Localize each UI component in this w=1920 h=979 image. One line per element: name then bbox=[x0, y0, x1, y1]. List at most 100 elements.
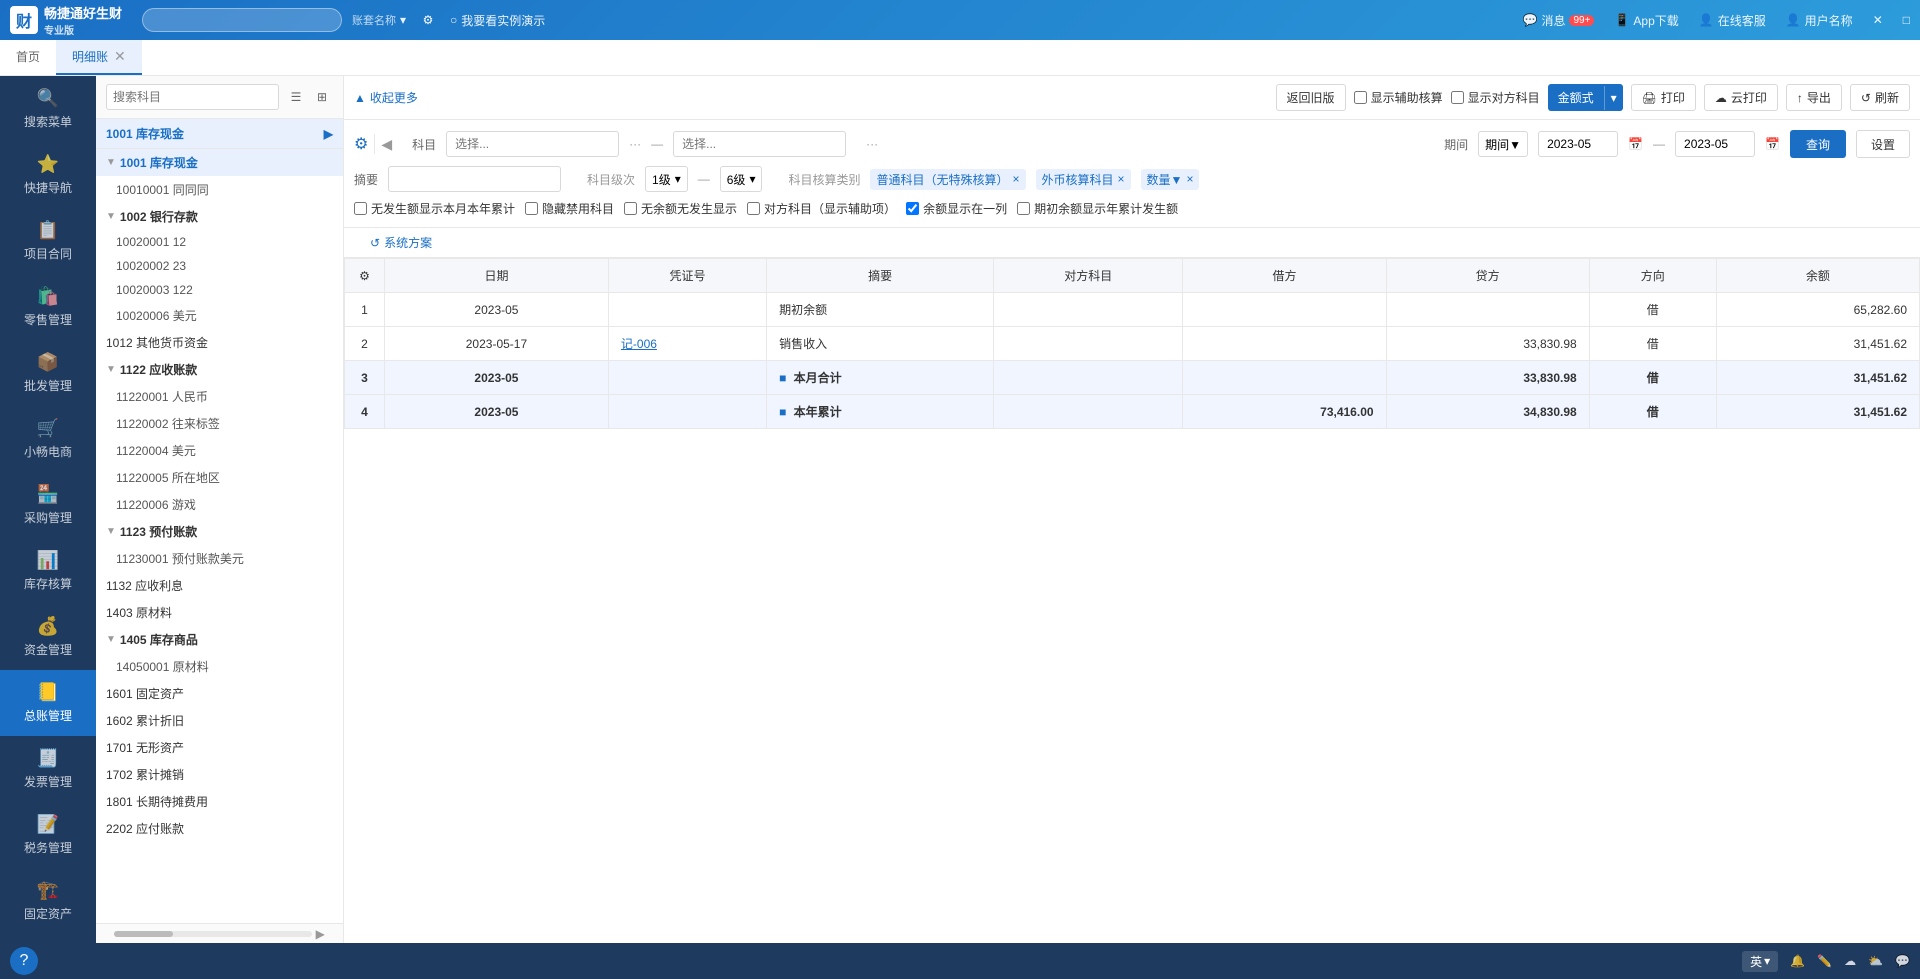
system-schema-button[interactable]: ↺ 系统方案 bbox=[370, 234, 432, 251]
cb-no-activity[interactable]: 无发生额显示本月本年累计 bbox=[354, 200, 515, 217]
account-search-input[interactable] bbox=[106, 84, 279, 110]
print-button[interactable]: 🖨 打印 bbox=[1631, 84, 1696, 111]
show-assist-input[interactable] bbox=[1354, 91, 1367, 104]
summary-input[interactable] bbox=[388, 166, 561, 192]
tree-item-1122[interactable]: ▼ 1122 应收账款 bbox=[96, 356, 343, 383]
notification-icon[interactable]: 🔔 bbox=[1790, 954, 1805, 968]
period-end-input[interactable] bbox=[1675, 131, 1755, 157]
list-view-icon[interactable]: ☰ bbox=[285, 86, 307, 108]
help-button[interactable]: ? bbox=[10, 947, 38, 975]
tree-item-1602[interactable]: 1602 累计折旧 bbox=[96, 707, 343, 734]
edit-icon[interactable]: ✏️ bbox=[1817, 954, 1832, 968]
period-calendar-start[interactable]: 📅 bbox=[1628, 137, 1643, 151]
cb-no-balance[interactable]: 无余额无发生显示 bbox=[624, 200, 737, 217]
th-settings[interactable]: ⚙ bbox=[345, 259, 385, 293]
th-summary[interactable]: 摘要 bbox=[767, 259, 994, 293]
tag-foreign-close[interactable]: × bbox=[1118, 172, 1125, 186]
tag-quantity-close[interactable]: × bbox=[1186, 172, 1193, 186]
query-button[interactable]: 查询 bbox=[1790, 130, 1846, 158]
language-selector[interactable]: 英 ▾ bbox=[1742, 951, 1778, 972]
service-button[interactable]: 👤 在线客服 bbox=[1699, 12, 1766, 29]
export-button[interactable]: ↑ 导出 bbox=[1786, 84, 1842, 111]
query-schema-icon[interactable]: ⚙ bbox=[354, 134, 368, 154]
sidebar-item-assets[interactable]: 🏗️ 固定资产 bbox=[0, 868, 96, 934]
tab-detail-close[interactable]: ✕ bbox=[114, 48, 126, 65]
tree-item-1132[interactable]: 1132 应收利息 bbox=[96, 572, 343, 599]
tree-item-1405[interactable]: ▼ 1405 库存商品 bbox=[96, 626, 343, 653]
th-date[interactable]: 日期 bbox=[385, 259, 609, 293]
format-dropdown-arrow-icon[interactable]: ▾ bbox=[1604, 86, 1623, 110]
show-opposite-checkbox[interactable]: 显示对方科目 bbox=[1451, 89, 1540, 106]
cb-hide-disabled-input[interactable] bbox=[525, 202, 538, 215]
tab-detail[interactable]: 明细账 ✕ bbox=[56, 40, 142, 75]
user-area[interactable]: 👤 用户名称 bbox=[1786, 12, 1853, 29]
tree-item-10020006[interactable]: 10020006 美元 bbox=[96, 302, 343, 329]
message-button[interactable]: 💬 消息 99+ bbox=[1523, 12, 1595, 29]
cb-show-opposite[interactable]: 对方科目（显示辅助项） bbox=[747, 200, 896, 217]
tree-item-11220006[interactable]: 11220006 游戏 bbox=[96, 491, 343, 518]
subject-input[interactable] bbox=[446, 131, 619, 157]
th-balance[interactable]: 余额 bbox=[1716, 259, 1919, 293]
cb-show-opposite-input[interactable] bbox=[747, 202, 760, 215]
voucher-link-2[interactable]: 记-006 bbox=[621, 337, 657, 351]
refresh-button[interactable]: ↺ 刷新 bbox=[1850, 84, 1910, 111]
selected-account[interactable]: 1001 库存现金 ▶ bbox=[96, 119, 343, 149]
cb-hide-disabled[interactable]: 隐藏禁用科目 bbox=[525, 200, 614, 217]
tree-item-1601[interactable]: 1601 固定资产 bbox=[96, 680, 343, 707]
cloud-icon[interactable]: ☁ bbox=[1844, 954, 1856, 968]
cb-balance-one-col[interactable]: 余额显示在一列 bbox=[906, 200, 1007, 217]
sidebar-item-salary[interactable]: 💵 工资 bbox=[0, 934, 96, 943]
level-end-select[interactable]: 6级 ▾ bbox=[720, 166, 763, 192]
sidebar-item-ecommerce[interactable]: 🛒 小畅电商 bbox=[0, 406, 96, 472]
sidebar-item-quicknav[interactable]: ⭐ 快捷导航 bbox=[0, 142, 96, 208]
sidebar-item-invoice[interactable]: 🧾 发票管理 bbox=[0, 736, 96, 802]
maximize-window-button[interactable]: □ bbox=[1903, 13, 1910, 27]
tree-item-11230001[interactable]: 11230001 预付账款美元 bbox=[96, 545, 343, 572]
return-old-button[interactable]: 返回旧版 bbox=[1276, 84, 1346, 111]
collapse-filter-btn[interactable]: ◀ bbox=[381, 136, 392, 153]
tree-item-11220005[interactable]: 11220005 所在地区 bbox=[96, 464, 343, 491]
show-assist-checkbox[interactable]: 显示辅助核算 bbox=[1354, 89, 1443, 106]
chat-icon[interactable]: 💬 bbox=[1895, 954, 1910, 968]
scroll-right-btn[interactable]: ▶ bbox=[316, 927, 325, 941]
tree-item-1801[interactable]: 1801 长期待摊费用 bbox=[96, 788, 343, 815]
level-start-select[interactable]: 1级 ▾ bbox=[645, 166, 688, 192]
left-panel-scrollbar[interactable]: ▶ bbox=[96, 923, 343, 943]
show-opposite-input[interactable] bbox=[1451, 91, 1464, 104]
more-options-button[interactable]: ▲ 收起更多 bbox=[354, 89, 418, 106]
tree-item-10010001[interactable]: 10010001 同同同 bbox=[96, 176, 343, 203]
sidebar-item-wholesale[interactable]: 📦 批发管理 bbox=[0, 340, 96, 406]
tab-home[interactable]: 首页 bbox=[0, 40, 56, 75]
tag-normal[interactable]: 普通科目（无特殊核算） × bbox=[870, 169, 1025, 190]
period-start-input[interactable] bbox=[1538, 131, 1618, 157]
period-calendar-end[interactable]: 📅 bbox=[1765, 137, 1780, 151]
close-window-button[interactable]: ✕ bbox=[1873, 13, 1883, 27]
tree-item-1123[interactable]: ▼ 1123 预付账款 bbox=[96, 518, 343, 545]
subject-end-input[interactable] bbox=[673, 131, 846, 157]
tree-item-1002[interactable]: ▼ 1002 银行存款 bbox=[96, 203, 343, 230]
tree-item-14050001[interactable]: 14050001 原材料 bbox=[96, 653, 343, 680]
tree-item-11220002[interactable]: 11220002 往来标签 bbox=[96, 410, 343, 437]
top-search-input[interactable] bbox=[142, 8, 342, 32]
tag-quantity[interactable]: 数量▼ × bbox=[1141, 169, 1200, 190]
sidebar-item-tax[interactable]: 📝 税务管理 bbox=[0, 802, 96, 868]
th-credit[interactable]: 贷方 bbox=[1386, 259, 1589, 293]
format-dropdown[interactable]: 金额式 ▾ bbox=[1548, 84, 1623, 111]
app-download-button[interactable]: 📱 App下载 bbox=[1614, 12, 1678, 29]
cb-balance-one-col-input[interactable] bbox=[906, 202, 919, 215]
sidebar-item-project[interactable]: 📋 项目合同 bbox=[0, 208, 96, 274]
cell-voucher-2[interactable]: 记-006 bbox=[608, 327, 766, 361]
sidebar-item-inventory[interactable]: 📊 库存核算 bbox=[0, 538, 96, 604]
tag-foreign[interactable]: 外币核算科目 × bbox=[1036, 169, 1131, 190]
tree-item-10020001[interactable]: 10020001 12 bbox=[96, 230, 343, 254]
cloud2-icon[interactable]: ⛅ bbox=[1868, 954, 1883, 968]
tree-item-11220001[interactable]: 11220001 人民币 bbox=[96, 383, 343, 410]
cb-no-activity-input[interactable] bbox=[354, 202, 367, 215]
filter-settings-button[interactable]: 设置 bbox=[1856, 130, 1910, 158]
sidebar-item-finance[interactable]: 💰 资金管理 bbox=[0, 604, 96, 670]
tag-normal-close[interactable]: × bbox=[1013, 172, 1020, 186]
settings-icon[interactable]: ⚙ bbox=[416, 8, 440, 32]
cb-no-balance-input[interactable] bbox=[624, 202, 637, 215]
expand-icon[interactable]: ⊞ bbox=[311, 86, 333, 108]
th-voucher[interactable]: 凭证号 bbox=[608, 259, 766, 293]
